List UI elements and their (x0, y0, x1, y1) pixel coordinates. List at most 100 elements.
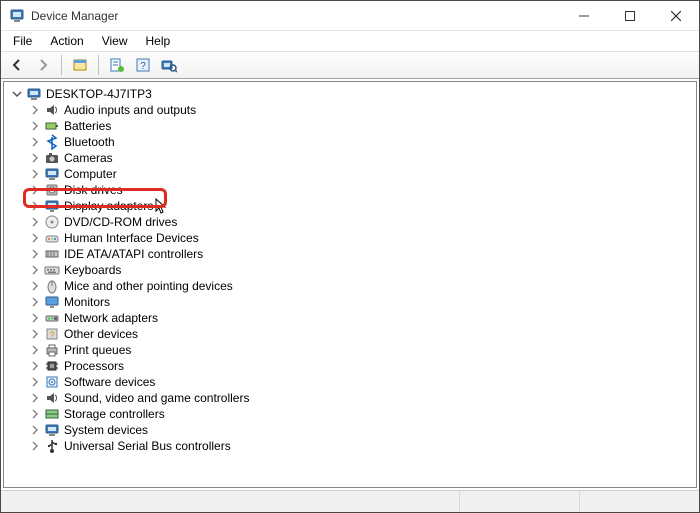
network-icon (44, 310, 60, 326)
software-icon (44, 374, 60, 390)
show-hidden-button[interactable] (68, 53, 92, 77)
mouse-cursor-icon (153, 196, 167, 217)
tree-category-label: Storage controllers (64, 407, 165, 421)
tree-category[interactable]: Network adapters (6, 310, 694, 326)
status-cell (1, 491, 459, 512)
chevron-right-icon[interactable] (28, 183, 42, 197)
chevron-right-icon[interactable] (28, 391, 42, 405)
svg-text:?: ? (49, 330, 54, 340)
chevron-right-icon[interactable] (28, 295, 42, 309)
tree-root[interactable]: DESKTOP-4J7ITP3 (6, 86, 694, 102)
tree-category[interactable]: Software devices (6, 374, 694, 390)
back-icon (10, 58, 24, 72)
tree-category-label: Sound, video and game controllers (64, 391, 249, 405)
tree-category-label: Keyboards (64, 263, 121, 277)
keyboard-icon (44, 262, 60, 278)
chevron-right-icon[interactable] (28, 327, 42, 341)
forward-button[interactable] (31, 53, 55, 77)
chevron-right-icon[interactable] (28, 311, 42, 325)
tree-category[interactable]: Audio inputs and outputs (6, 102, 694, 118)
bluetooth-icon (44, 134, 60, 150)
tree-category[interactable]: Storage controllers (6, 406, 694, 422)
chevron-right-icon[interactable] (28, 231, 42, 245)
toolbar-separator (61, 55, 62, 75)
close-button[interactable] (653, 1, 699, 30)
scan-button[interactable] (157, 53, 181, 77)
maximize-button[interactable] (607, 1, 653, 30)
computer-icon (44, 166, 60, 182)
properties-button[interactable] (105, 53, 129, 77)
disk-icon (44, 182, 60, 198)
tree-category-label: DVD/CD-ROM drives (64, 215, 177, 229)
sound-icon (44, 390, 60, 406)
menu-view[interactable]: View (94, 32, 136, 50)
tree-category-label: Computer (64, 167, 117, 181)
tree-category[interactable]: Sound, video and game controllers (6, 390, 694, 406)
tree-category[interactable]: IDE ATA/ATAPI controllers (6, 246, 694, 262)
tree-category-label: Print queues (64, 343, 131, 357)
properties-icon (109, 57, 125, 73)
chevron-right-icon[interactable] (28, 407, 42, 421)
other-icon: ? (44, 326, 60, 342)
help-button[interactable]: ? (131, 53, 155, 77)
toolbar: ? (1, 51, 699, 79)
chevron-right-icon[interactable] (28, 359, 42, 373)
tree-category[interactable]: Computer (6, 166, 694, 182)
tree-category-label: Network adapters (64, 311, 158, 325)
tree-category[interactable]: DVD/CD-ROM drives (6, 214, 694, 230)
chevron-right-icon[interactable] (28, 151, 42, 165)
cpu-icon (44, 358, 60, 374)
tree-category-label: Human Interface Devices (64, 231, 199, 245)
chevron-right-icon[interactable] (28, 199, 42, 213)
chevron-right-icon[interactable] (28, 215, 42, 229)
tree-category[interactable]: Monitors (6, 294, 694, 310)
minimize-button[interactable] (561, 1, 607, 30)
chevron-right-icon[interactable] (28, 439, 42, 453)
menu-action[interactable]: Action (42, 32, 91, 50)
window-title: Device Manager (31, 9, 561, 23)
tree-category[interactable]: Processors (6, 358, 694, 374)
chevron-right-icon[interactable] (28, 343, 42, 357)
menu-help[interactable]: Help (138, 32, 179, 50)
tree-category[interactable]: Keyboards (6, 262, 694, 278)
app-icon (9, 8, 25, 24)
chevron-right-icon[interactable] (28, 279, 42, 293)
tree-category-label: Other devices (64, 327, 138, 341)
back-button[interactable] (5, 53, 29, 77)
tree-category[interactable]: Batteries (6, 118, 694, 134)
menu-file[interactable]: File (5, 32, 40, 50)
tree-category[interactable]: ? Other devices (6, 326, 694, 342)
tree-category-label: Display adapters (64, 199, 153, 213)
tree-category[interactable]: Print queues (6, 342, 694, 358)
cdrom-icon (44, 214, 60, 230)
tree-category[interactable]: Cameras (6, 150, 694, 166)
chevron-right-icon[interactable] (28, 167, 42, 181)
tree-category-label: Disk drives (64, 183, 123, 197)
tree-category[interactable]: Bluetooth (6, 134, 694, 150)
speaker-icon (44, 102, 60, 118)
tree-category[interactable]: Mice and other pointing devices (6, 278, 694, 294)
mouse-icon (44, 278, 60, 294)
tree-category-label: Software devices (64, 375, 155, 389)
chevron-down-icon[interactable] (10, 87, 24, 101)
chevron-right-icon[interactable] (28, 119, 42, 133)
chevron-right-icon[interactable] (28, 423, 42, 437)
chevron-right-icon[interactable] (28, 263, 42, 277)
chevron-right-icon[interactable] (28, 135, 42, 149)
tree-category-label: System devices (64, 423, 148, 437)
chevron-right-icon[interactable] (28, 103, 42, 117)
tree-category-label: Universal Serial Bus controllers (64, 439, 231, 453)
tree-category-label: IDE ATA/ATAPI controllers (64, 247, 203, 261)
system-icon (44, 422, 60, 438)
tree-category[interactable]: Disk drives (6, 182, 694, 198)
tree-category[interactable]: Display adapters (6, 198, 694, 214)
tree-category-label: Cameras (64, 151, 113, 165)
tree-category[interactable]: Human Interface Devices (6, 230, 694, 246)
chevron-right-icon[interactable] (28, 375, 42, 389)
tree-category[interactable]: System devices (6, 422, 694, 438)
tree-category[interactable]: Universal Serial Bus controllers (6, 438, 694, 454)
chevron-right-icon[interactable] (28, 247, 42, 261)
statusbar (1, 490, 699, 512)
menubar: File Action View Help (1, 31, 699, 51)
device-tree[interactable]: DESKTOP-4J7ITP3 Audio inputs and outputs… (3, 81, 697, 488)
